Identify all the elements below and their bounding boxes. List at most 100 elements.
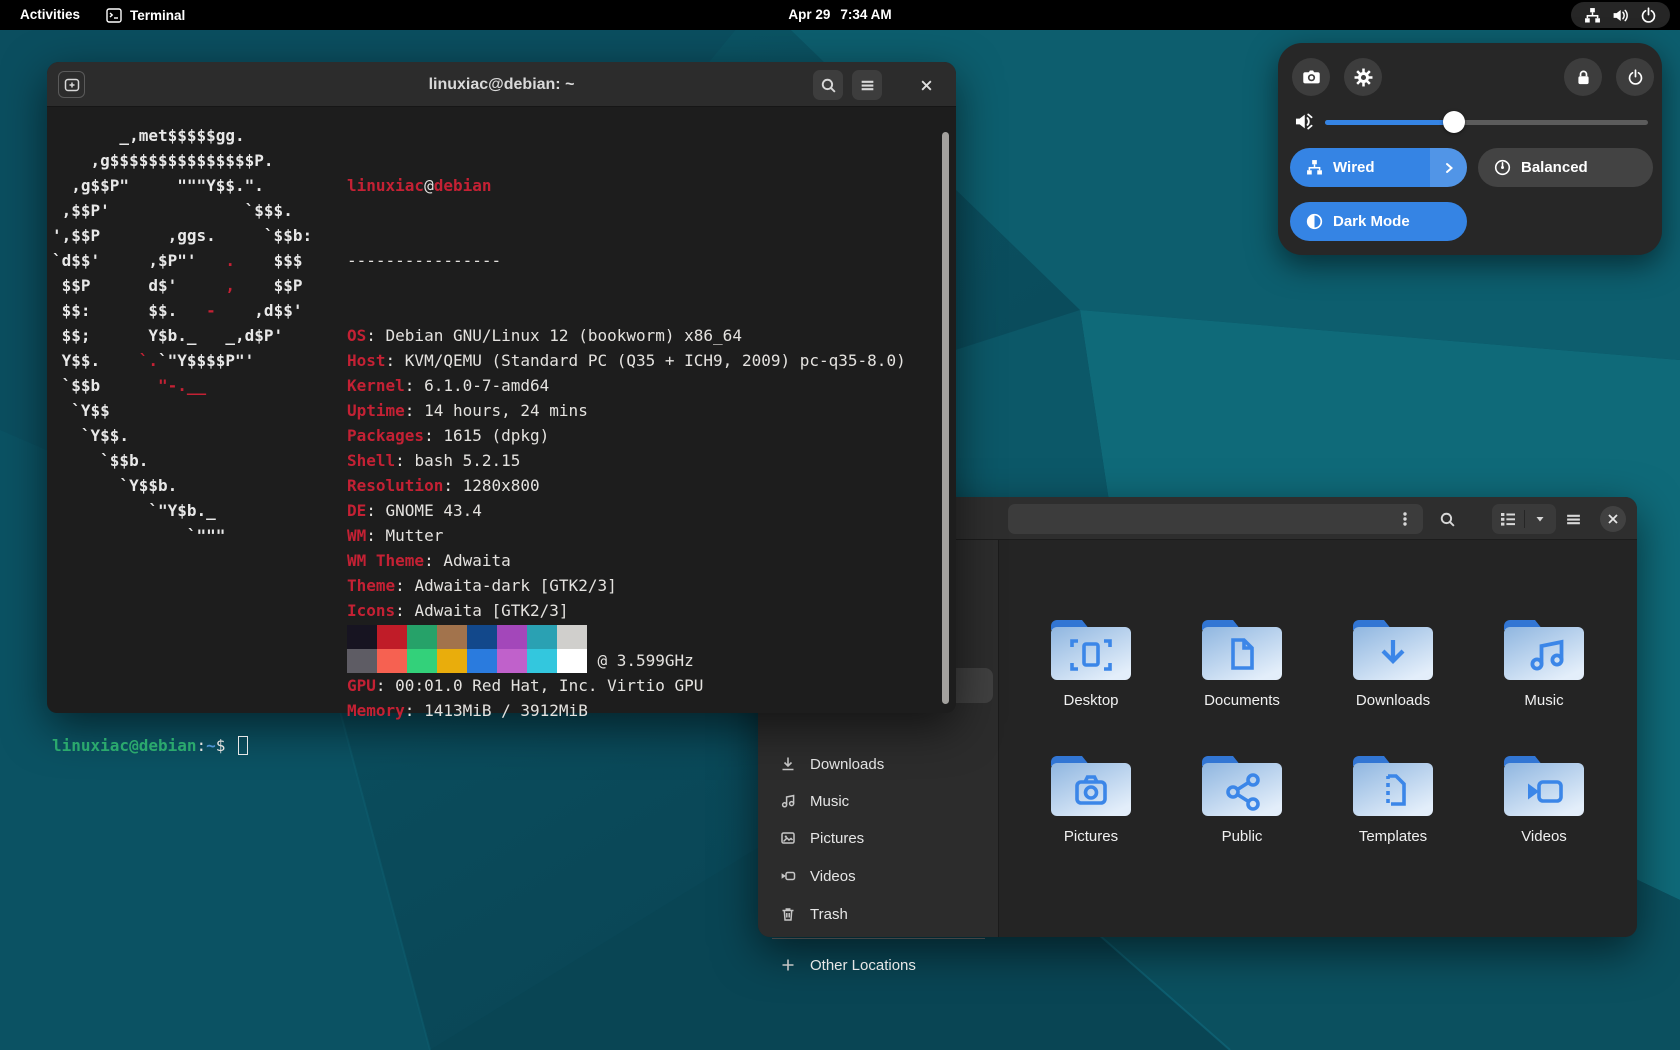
folder-label: Public (1221, 828, 1263, 845)
ascii-art-line: `$$b "-.__ (52, 376, 207, 395)
wired-label: Wired (1333, 159, 1375, 176)
terminal-titlebar[interactable]: linuxiac@debian: ~ (47, 62, 956, 107)
palette-swatch (557, 625, 587, 649)
folder-label: Music (1524, 692, 1564, 709)
folder-label: Documents (1204, 692, 1280, 709)
ascii-art-line: ,g$$$$$$$$$$$$$$$P. (52, 151, 274, 170)
ascii-art-line: `""" (52, 526, 226, 545)
folder-item-downloads[interactable]: Downloads (1333, 616, 1453, 709)
palette-swatch (497, 649, 527, 673)
neofetch-title: linuxiac@debian (347, 176, 492, 195)
sidebar-item-music[interactable]: Music (766, 784, 993, 818)
palette-swatch (467, 649, 497, 673)
folder-item-videos[interactable]: Videos (1484, 752, 1604, 845)
sidebar-item-videos[interactable]: Videos (766, 859, 993, 893)
files-search-button[interactable] (1432, 504, 1462, 534)
palette-swatch (377, 625, 407, 649)
neofetch-info-line: Uptime: 14 hours, 24 mins (347, 401, 588, 420)
quick-settings-panel: Wired Balanced Dark Mode (1278, 43, 1662, 255)
files-menu-button[interactable] (1558, 504, 1588, 534)
terminal-color-palette (347, 625, 587, 673)
terminal-scrollbar[interactable] (942, 132, 949, 704)
folder-item-music[interactable]: Music (1484, 616, 1604, 709)
neofetch-info-line: Host: KVM/QEMU (Standard PC (Q35 + ICH9,… (347, 351, 906, 370)
files-view-toggle[interactable] (1492, 504, 1556, 534)
palette-swatch (557, 649, 587, 673)
ascii-art-line: ',$$P ,ggs. `$$b: (52, 226, 313, 245)
neofetch-info-line: OS: Debian GNU/Linux 12 (bookworm) x86_6… (347, 326, 742, 345)
lock-icon (1577, 70, 1589, 84)
ascii-art-line: Y$$. `.`"Y$$$$P"' (52, 351, 255, 370)
terminal-menu-button[interactable] (852, 70, 882, 100)
ascii-art-line: ,g$$P" """Y$$.". (52, 176, 264, 195)
ascii-art-line: `d$$' ,$P"' . $$$ (52, 251, 303, 270)
palette-swatch (527, 649, 557, 673)
terminal-body[interactable]: _,met$$$$$gg. ,g$$$$$$$$$$$$$$$P. ,g$$P"… (47, 107, 956, 755)
screenshot-button[interactable] (1292, 58, 1330, 96)
neofetch-info-line: Shell: bash 5.2.15 (347, 451, 521, 470)
volume-slider-knob[interactable] (1443, 111, 1466, 133)
system-tray[interactable] (1571, 2, 1670, 28)
wired-network-toggle[interactable]: Wired (1290, 148, 1467, 187)
gnome-top-bar: Activities Terminal Apr 29 7:34 AM (0, 0, 1680, 30)
focused-app-name: Terminal (130, 7, 186, 23)
lock-button[interactable] (1564, 58, 1602, 96)
sidebar-item-other-locations[interactable]: Other Locations (766, 948, 993, 982)
folder-label: Pictures (1063, 828, 1119, 845)
folder-item-pictures[interactable]: Pictures (1031, 752, 1151, 845)
terminal-close-button[interactable] (911, 70, 941, 100)
sidebar-item-trash[interactable]: Trash (766, 897, 993, 931)
network-wired-icon (1585, 7, 1600, 23)
chevron-right-icon (1445, 162, 1453, 173)
ascii-art-line: `"Y$b._ (52, 501, 216, 520)
sidebar-separator (772, 938, 985, 939)
clock[interactable]: Apr 29 7:34 AM (788, 0, 891, 30)
power-menu-button[interactable] (1616, 58, 1654, 96)
focused-app-indicator[interactable]: Terminal (106, 0, 185, 30)
neofetch-info-line: WM Theme: Adwaita (347, 551, 511, 570)
new-tab-icon (64, 78, 79, 91)
gear-icon (1354, 68, 1372, 86)
path-kebab-menu-icon[interactable] (1393, 508, 1417, 530)
folder-label: Downloads (1355, 692, 1431, 709)
ascii-art-line: `$$b. (52, 451, 149, 470)
files-close-button[interactable] (1600, 506, 1626, 532)
ascii-art-line: $$: $$. - ,d$$' (52, 301, 303, 320)
volume-slider[interactable] (1325, 111, 1648, 133)
wired-expand-button[interactable] (1430, 148, 1467, 187)
folder-item-documents[interactable]: Documents (1182, 616, 1302, 709)
terminal-search-button[interactable] (813, 70, 843, 100)
clock-time: 7:34 AM (840, 7, 892, 22)
ascii-art-line: $$P d$' , $$P (52, 276, 303, 295)
folder-item-templates[interactable]: Templates (1333, 752, 1453, 845)
volume-slider-fill (1325, 120, 1455, 125)
neofetch-info-line: Kernel: 6.1.0-7-amd64 (347, 376, 550, 395)
folder-item-public[interactable]: Public (1182, 752, 1302, 845)
neofetch-ascii-art: _,met$$$$$gg. ,g$$$$$$$$$$$$$$$P. ,g$$P"… (52, 123, 312, 548)
search-icon (821, 78, 836, 93)
power-profile-toggle[interactable]: Balanced (1478, 148, 1653, 187)
volume-icon (1613, 9, 1628, 21)
folder-label: Templates (1358, 828, 1428, 845)
neofetch-info-line: Packages: 1615 (dpkg) (347, 426, 550, 445)
network-wired-icon (1307, 160, 1322, 175)
neofetch-info: linuxiac@debian ---------------- OS: Deb… (347, 123, 906, 773)
power-profile-icon (1494, 159, 1511, 176)
dark-mode-label: Dark Mode (1333, 213, 1410, 230)
view-options-chevron-down-icon[interactable] (1525, 504, 1557, 534)
dark-mode-toggle[interactable]: Dark Mode (1290, 202, 1467, 241)
folder-label: Desktop (1063, 692, 1119, 709)
sidebar-item-label: Other Locations (810, 956, 916, 974)
activities-button[interactable]: Activities (16, 0, 84, 30)
settings-button[interactable] (1344, 58, 1382, 96)
folder-item-desktop[interactable]: Desktop (1031, 616, 1151, 709)
list-view-icon[interactable] (1492, 504, 1524, 534)
files-path-bar[interactable] (1008, 504, 1423, 534)
palette-swatch (407, 625, 437, 649)
volume-speaker-icon (1294, 111, 1315, 137)
new-tab-button[interactable] (58, 71, 85, 98)
ascii-art-line: ,$$P' `$$$. (52, 201, 293, 220)
sidebar-item-pictures[interactable]: Pictures (766, 821, 993, 855)
neofetch-info-line: DE: GNOME 43.4 (347, 501, 482, 520)
sidebar-item-label: Music (810, 792, 850, 810)
